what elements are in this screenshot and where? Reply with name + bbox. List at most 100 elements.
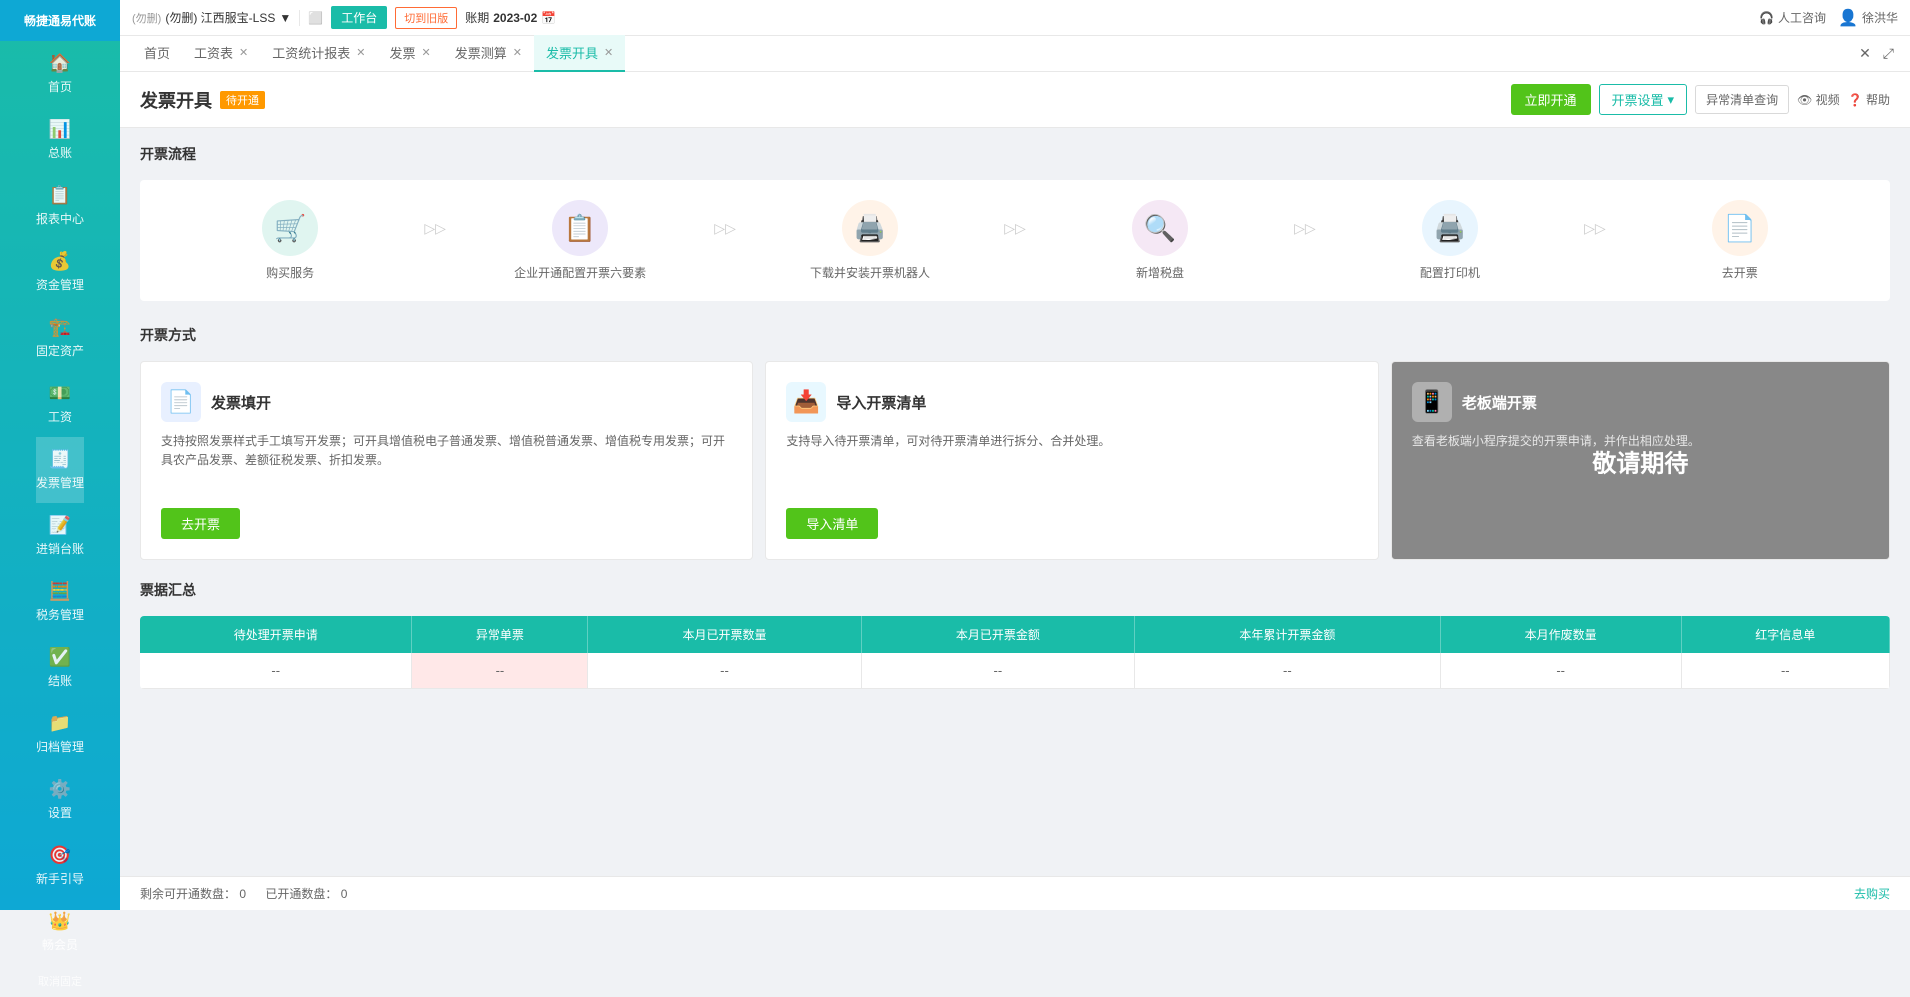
user-avatar-area[interactable]: 👤 徐洪华 [1838,8,1898,28]
tab-close-icon[interactable]: ✕ [239,46,248,59]
process-step-1[interactable]: 📋 企业开通配置开票六要素 [450,200,710,281]
method-title-manual: 发票填开 [211,392,271,413]
sidebar-item-总账[interactable]: 📊总账 [36,107,84,173]
abnormal-query-btn[interactable]: 异常清单查询 [1695,85,1789,114]
method-header-boss: 📱 老板端开票 [1412,382,1869,422]
method-header-import: 📥 导入开票清单 [786,382,1357,422]
method-header-manual: 📄 发票填开 [161,382,732,422]
summary-header: 待处理开票申请 [140,616,412,653]
calendar-icon[interactable]: 📅 [541,11,556,25]
eye-icon: 👁 [1797,93,1812,107]
sidebar-unpin[interactable]: 取消固定 [0,965,120,997]
process-icon-4: 🖨️ [1422,200,1478,256]
summary-cell-2: -- [588,653,861,689]
sidebar-item-工资[interactable]: 💵工资 [36,371,84,437]
process-step-3[interactable]: 🔍 新增税盘 [1030,200,1290,281]
status-badge: 待开通 [220,91,265,109]
sidebar-item-进销台账[interactable]: 📝进销台账 [36,503,84,569]
tabbar: 首页工资表✕工资统计报表✕发票✕发票测算✕发票开具✕ ✕ ⤢ [120,36,1910,72]
close-tab-btn[interactable]: ✕ [1855,43,1875,64]
company-name: (勿删) 江西服宝-LSS [165,9,275,26]
process-arrow-2: ▷▷ [714,220,736,237]
process-arrow-1: ▷▷ [424,220,446,237]
tab-发票开具[interactable]: 发票开具✕ [534,35,625,72]
open-now-btn[interactable]: 立即开通 [1511,84,1591,115]
process-label-2: 下载并安装开票机器人 [810,264,930,281]
topbar-right: 🎧 人工咨询 👤 徐洪华 [1759,8,1898,28]
methods-section-title: 开票方式 [140,325,1890,345]
process-icon-0: 🛒 [262,200,318,256]
tab-close-icon[interactable]: ✕ [513,46,522,59]
method-title-boss: 老板端开票 [1462,392,1537,413]
sidebar-item-畅会员[interactable]: 👑畅会员 [36,899,84,965]
topbar: (勿删) (勿删) 江西服宝-LSS ▼ ⬜ 工作台 切到旧版 账期 2023-… [120,0,1910,36]
method-icon-import: 📥 [786,382,826,422]
sidebar-item-税务管理[interactable]: 🧮税务管理 [36,569,84,635]
header-actions: 立即开通 开票设置 ▾ 异常清单查询 👁 视频 ❓ 帮助 [1511,84,1890,115]
sidebar-item-结账[interactable]: ✅结账 [36,635,84,701]
tab-发票测算[interactable]: 发票测算✕ [443,35,534,72]
help-btn[interactable]: ❓ 帮助 [1848,91,1890,108]
process-icon-5: 📄 [1712,200,1768,256]
copy-icon[interactable]: ⬜ [308,11,323,25]
view-btn[interactable]: 👁 视频 [1797,91,1840,108]
summary-header: 本月作废数量 [1440,616,1681,653]
headset-icon: 🎧 [1759,11,1774,25]
sidebar-item-发票管理[interactable]: 🧾发票管理 [36,437,84,503]
summary-cell-1: -- [412,653,588,689]
tab-工资统计报表[interactable]: 工资统计报表✕ [260,35,377,72]
tab-close-icon[interactable]: ✕ [604,46,613,59]
method-icon-boss: 📱 [1412,382,1452,422]
process-step-2[interactable]: 🖨️ 下载并安装开票机器人 [740,200,1000,281]
page-title: 发票开具 [140,87,212,113]
method-card-boss: 📱 老板端开票 查看老板端小程序提交的开票申请，并作出相应处理。 敬请期待 [1391,361,1890,560]
user-service-btn[interactable]: 🎧 人工咨询 [1759,9,1826,26]
question-icon: ❓ [1848,93,1863,107]
sidebar-item-新手引导[interactable]: 🎯新手引导 [36,833,84,899]
sidebar-item-报表中心[interactable]: 📋报表中心 [36,173,84,239]
method-card-manual[interactable]: 📄 发票填开 支持按照发票样式手工填写开发票；可开具增值税电子普通发票、增值税普… [140,361,753,560]
process-step-5[interactable]: 📄 去开票 [1610,200,1870,281]
chevron-down-icon: ▾ [1668,92,1675,108]
tab-close-icon[interactable]: ✕ [422,46,431,59]
period-info: 账期 2023-02 📅 [465,9,556,26]
workspace-btn[interactable]: 工作台 [331,6,387,29]
page-title-area: 发票开具 待开通 [140,87,265,113]
avatar-icon: 👤 [1838,8,1858,28]
summary-cell-0: -- [140,653,412,689]
sidebar-item-资金管理[interactable]: 💰资金管理 [36,239,84,305]
tab-close-icon[interactable]: ✕ [356,46,365,59]
sidebar-item-设置[interactable]: ⚙️设置 [36,767,84,833]
sidebar-item-首页[interactable]: 🏠首页 [36,41,84,107]
process-icon-1: 📋 [552,200,608,256]
summary-section: 待处理开票申请异常单票本月已开票数量本月已开票金额本年累计开票金额本月作废数量红… [140,616,1890,689]
topbar-left: (勿删) (勿删) 江西服宝-LSS ▼ ⬜ 工作台 切到旧版 账期 2023-… [132,6,556,29]
method-btn-manual[interactable]: 去开票 [161,508,240,539]
divider [299,10,300,26]
sidebar-item-固定资产[interactable]: 🏗️固定资产 [36,305,84,371]
company-selector[interactable]: (勿删) (勿删) 江西服宝-LSS ▼ [132,9,291,26]
process-step-0[interactable]: 🛒 购买服务 [160,200,420,281]
method-btn-import[interactable]: 导入清单 [786,508,878,539]
open-settings-btn[interactable]: 开票设置 ▾ [1599,84,1688,115]
sidebar: 畅捷通易代账 🏠首页📊总账📋报表中心💰资金管理🏗️固定资产💵工资🧾发票管理📝进销… [0,0,120,910]
restore-tab-btn[interactable]: ⤢ [1879,43,1898,64]
process-flow: 🛒 购买服务 ▷▷ 📋 企业开通配置开票六要素 ▷▷ 🖨️ 下载并安装开票机器人… [140,180,1890,301]
process-step-4[interactable]: 🖨️ 配置打印机 [1320,200,1580,281]
switch-version-btn[interactable]: 切到旧版 [395,7,457,29]
summary-table: 待处理开票申请异常单票本月已开票数量本月已开票金额本年累计开票金额本月作废数量红… [140,616,1890,689]
process-section-title: 开票流程 [140,144,1890,164]
content-footer: 剩余可开通数盘： 0 已开通数盘： 0 去购买 [120,876,1910,910]
method-title-import: 导入开票清单 [836,392,926,413]
tab-工资表[interactable]: 工资表✕ [182,35,260,72]
sidebar-item-归档管理[interactable]: 📁归档管理 [36,701,84,767]
tab-controls: ✕ ⤢ [1855,43,1898,64]
tab-首页[interactable]: 首页 [132,35,182,72]
method-card-import[interactable]: 📥 导入开票清单 支持导入待开票清单，可对待开票清单进行拆分、合并处理。 导入清… [765,361,1378,560]
summary-header: 红字信息单 [1681,616,1889,653]
coming-soon-text: 敬请期待 [1592,443,1688,478]
buy-link[interactable]: 去购买 [1854,885,1890,902]
process-arrow-5: ▷▷ [1584,220,1606,237]
process-arrow-4: ▷▷ [1294,220,1316,237]
tab-发票[interactable]: 发票✕ [377,35,442,72]
